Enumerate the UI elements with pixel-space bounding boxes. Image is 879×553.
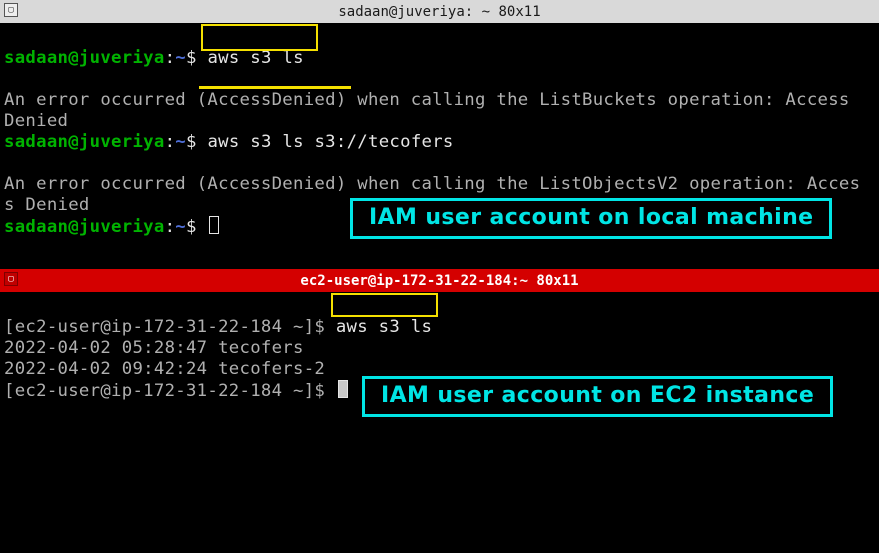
prompt-ec2: [ec2-user@ip-172-31-22-184 ~]$ [4,381,336,401]
cursor-local [209,216,219,234]
terminal-body-ec2[interactable]: [ec2-user@ip-172-31-22-184 ~]$ aws s3 ls… [0,292,879,552]
prompt-sep: : [165,48,176,68]
output-line-2: 2022-04-02 09:42:24 tecofers-2 [4,359,325,379]
error-1: An error occurred (AccessDenied) when ca… [4,90,860,131]
prompt-sep2: $ [186,48,207,68]
terminal-body-local[interactable]: sadaan@juveriya:~$ aws s3 ls An error oc… [0,23,879,269]
window-icon-ec2: ▢ [4,272,18,286]
title-text-local: sadaan@juveriya: ~ 80x11 [338,4,540,20]
prompt-user: sadaan@juveriya [4,48,165,68]
prompt-path: ~ [175,48,186,68]
prompt-user: sadaan@juveriya [4,217,165,237]
titlebar-ec2[interactable]: ▢ ec2-user@ip-172-31-22-184:~ 80x11 [0,269,879,292]
prompt-sep2: $ [186,132,207,152]
highlight-box-cmd1 [201,24,318,51]
output-line-1: 2022-04-02 05:28:47 tecofers [4,338,304,358]
error-2: An error occurred (AccessDenied) when ca… [4,174,860,215]
titlebar-local[interactable]: ▢ sadaan@juveriya: ~ 80x11 [0,0,879,23]
highlight-box-cmd-ec2 [331,293,438,317]
prompt-ec2: [ec2-user@ip-172-31-22-184 ~]$ [4,317,336,337]
command-1: aws s3 ls [207,48,303,68]
label-local: IAM user account on local machine [350,198,832,239]
prompt-sep2: $ [186,217,207,237]
underline-accessdenied [199,86,351,89]
terminal-icon: ▢ [4,272,18,286]
window-icon-local: ▢ [4,3,18,17]
terminal-icon: ▢ [4,3,18,17]
title-text-ec2: ec2-user@ip-172-31-22-184:~ 80x11 [300,273,578,289]
prompt-sep: : [165,132,176,152]
command-2: aws s3 ls s3://tecofers [207,132,453,152]
cursor-ec2 [338,380,348,398]
command-ec2: aws s3 ls [336,317,432,337]
label-ec2: IAM user account on EC2 instance [362,376,833,417]
prompt-sep: : [165,217,176,237]
prompt-path: ~ [175,217,186,237]
terminal-local: ▢ sadaan@juveriya: ~ 80x11 sadaan@juveri… [0,0,879,269]
terminal-ec2: ▢ ec2-user@ip-172-31-22-184:~ 80x11 [ec2… [0,269,879,552]
prompt-user: sadaan@juveriya [4,132,165,152]
prompt-path: ~ [175,132,186,152]
